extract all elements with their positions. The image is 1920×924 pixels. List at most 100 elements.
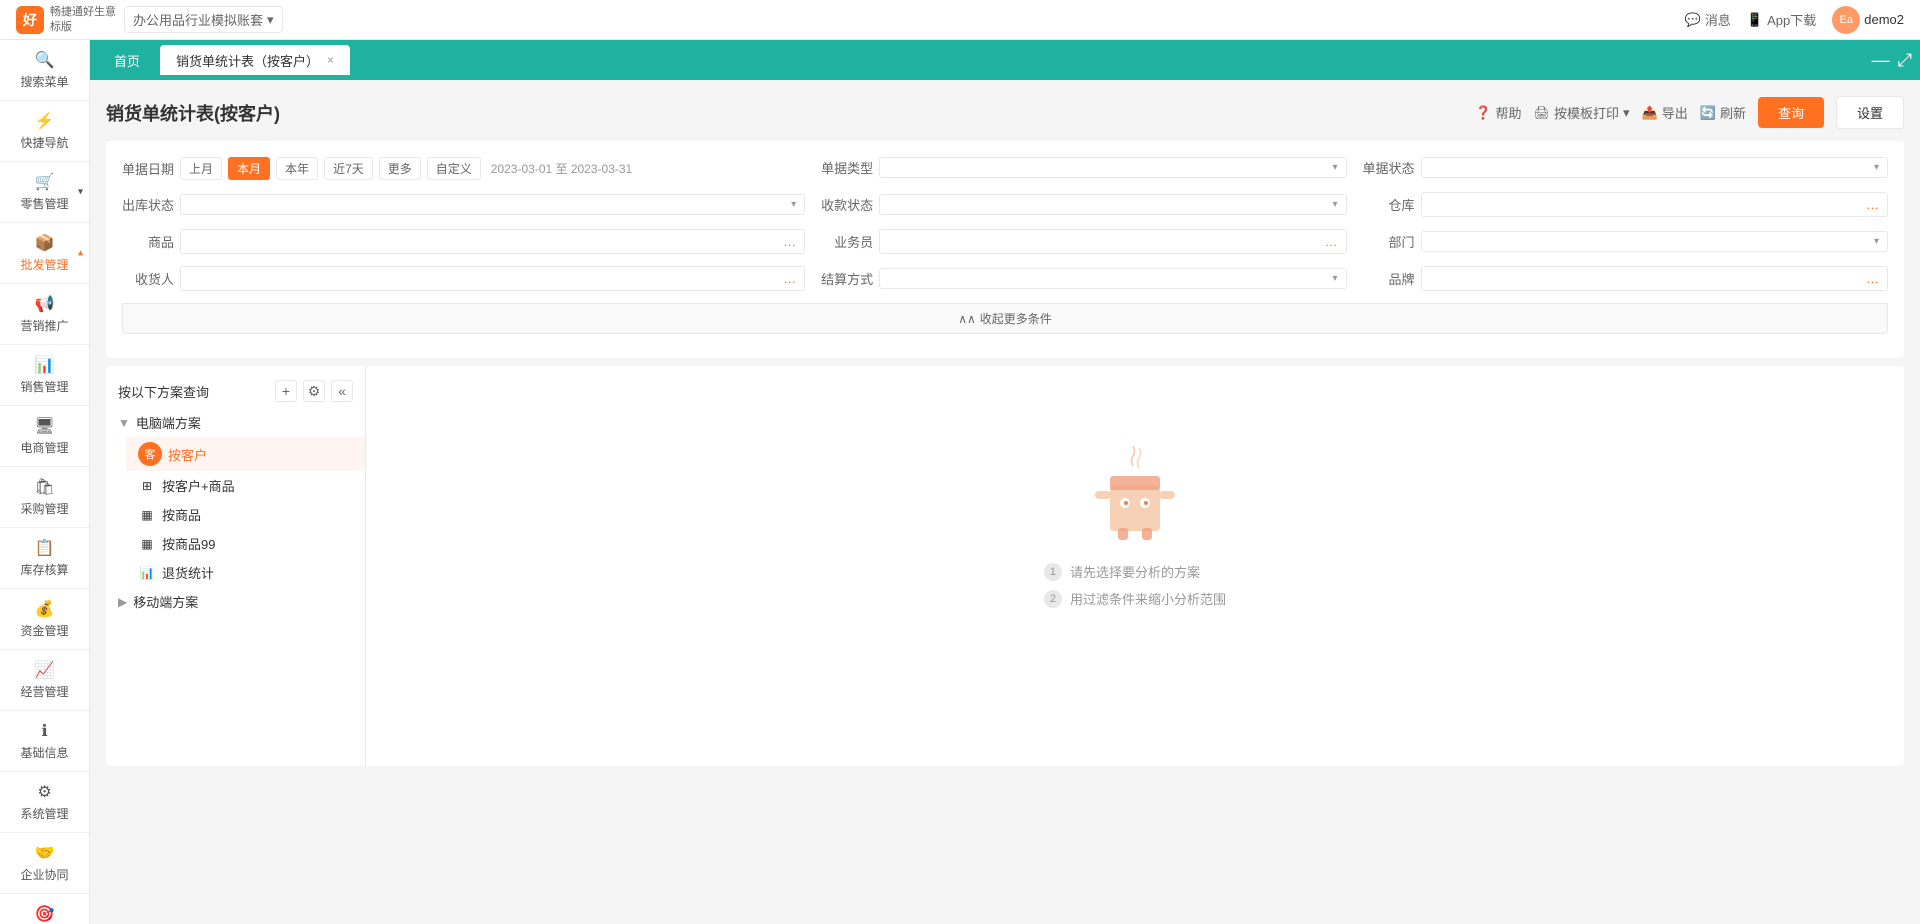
refresh-btn[interactable]: 🔄 刷新	[1700, 103, 1746, 122]
sidebar-item-wholesale[interactable]: 📦 批发管理 ▴	[0, 223, 89, 284]
app-download-btn[interactable]: 📱 App下载	[1747, 10, 1816, 29]
tab-sales-stats[interactable]: 销货单统计表（按客户） ×	[160, 45, 350, 75]
receipt-status-select[interactable]: ▾	[879, 194, 1346, 215]
brand-select[interactable]: …	[1421, 266, 1888, 291]
lightning-icon: ⚡	[35, 111, 55, 131]
header-right: 💬 消息 📱 App下载 Ea demo2	[1685, 6, 1904, 34]
header-left: 好 畅捷通好生意 标版 办公用品行业模拟账套 ▾	[16, 5, 283, 34]
sidebar-item-label: 销售管理	[20, 378, 68, 395]
tree-item-by-customer-goods[interactable]: ⊞ 按客户+商品	[126, 471, 365, 500]
user-area[interactable]: Ea demo2	[1832, 6, 1904, 34]
sidebar-item-ecommerce[interactable]: 🖥 电商管理	[0, 406, 89, 467]
purchase-icon: 🛍	[34, 477, 54, 497]
receipt-status-label: 收款状态	[821, 195, 873, 214]
refresh-icon: 🔄	[1700, 105, 1716, 121]
sidebar-item-sales[interactable]: 📊 销售管理	[0, 345, 89, 406]
tab-minimize-icon[interactable]: —	[1872, 50, 1890, 71]
department-select[interactable]: ▾	[1421, 231, 1888, 252]
sidebar-item-inventory[interactable]: 📋 库存核算	[0, 528, 89, 589]
tree-mobile-group[interactable]: ▶ 移动端方案	[106, 587, 365, 616]
tree-desktop-children: 客 按客户 ⊞ 按客户+商品 ▦ 按商品 ▦ 按	[106, 437, 365, 587]
goods-filter: 商品 …	[122, 229, 805, 254]
warehouse-select[interactable]: …	[1421, 192, 1888, 217]
date-label: 单据日期	[122, 159, 174, 178]
salesperson-select[interactable]: …	[879, 229, 1346, 254]
date-more-btn[interactable]: 更多	[379, 157, 421, 180]
out-status-select[interactable]: ▾	[180, 194, 805, 215]
message-btn[interactable]: 💬 消息	[1685, 10, 1731, 29]
chevron-down-icon: ▾	[1874, 162, 1879, 173]
receiver-select[interactable]: …	[180, 266, 805, 291]
settings-btn[interactable]: 设置	[1836, 96, 1904, 129]
more-icon[interactable]: …	[1866, 271, 1879, 286]
date-last7days-btn[interactable]: 近7天	[324, 157, 373, 180]
logo-icon: 好	[16, 6, 44, 34]
collapse-bar[interactable]: ∧∧ 收起更多条件	[122, 303, 1888, 334]
more-icon[interactable]: …	[1866, 197, 1879, 212]
filter-row-4: 收货人 … 结算方式 ▾ 品牌	[122, 266, 1888, 291]
username-label: demo2	[1864, 12, 1904, 27]
scheme-icon: ▦	[138, 535, 156, 553]
more-icon[interactable]: …	[783, 234, 796, 249]
date-last-month-btn[interactable]: 上月	[180, 157, 222, 180]
search-icon: 🔍	[35, 50, 55, 70]
sidebar-item-cooperation[interactable]: 🤝 企业协同	[0, 833, 89, 894]
basic-icon: ℹ	[41, 721, 47, 741]
tab-home[interactable]: 首页	[98, 45, 156, 75]
scheme-settings-btn[interactable]: ⚙	[303, 380, 325, 402]
top-header: 好 畅捷通好生意 标版 办公用品行业模拟账套 ▾ 💬 消息 📱 App下载 Ea…	[0, 0, 1920, 40]
more-icon[interactable]: …	[783, 271, 796, 286]
print-btn[interactable]: 🖨 按模板打印 ▾	[1534, 103, 1630, 122]
sidebar-item-retail[interactable]: 🛒 零售管理 ▾	[0, 162, 89, 223]
query-btn[interactable]: 查询	[1758, 97, 1824, 128]
add-scheme-btn[interactable]: +	[275, 380, 297, 402]
doc-type-select[interactable]: ▾	[879, 157, 1346, 178]
receiver-filter: 收货人 …	[122, 266, 805, 291]
sidebar-item-marketing[interactable]: 📢 营销推广	[0, 284, 89, 345]
sidebar-item-finance[interactable]: 💰 资金管理	[0, 589, 89, 650]
date-this-month-btn[interactable]: 本月	[228, 157, 270, 180]
content-area: 首页 销货单统计表（按客户） × — ⤢ 销货单统计表(按客户) ❓ 帮助	[90, 40, 1920, 924]
more-icon[interactable]: …	[1325, 234, 1338, 249]
doc-type-label: 单据类型	[821, 158, 873, 177]
date-custom-btn[interactable]: 自定义	[427, 157, 481, 180]
sidebar-item-quicknav[interactable]: ⚡ 快捷导航	[0, 101, 89, 162]
date-this-year-btn[interactable]: 本年	[276, 157, 318, 180]
sidebar-item-search[interactable]: 🔍 搜索菜单	[0, 40, 89, 101]
doc-type-filter: 单据类型 ▾	[821, 157, 1346, 178]
export-btn[interactable]: 📤 导出	[1642, 103, 1688, 122]
sidebar-item-newbie[interactable]: 🎯 新手引导	[0, 894, 89, 924]
page-content: 销货单统计表(按客户) ❓ 帮助 🖨 按模板打印 ▾ 📤 导出	[90, 80, 1920, 924]
tab-maximize-icon[interactable]: ⤢	[1898, 50, 1912, 71]
tree-item-return-stats[interactable]: 📊 退货统计	[126, 558, 365, 587]
brand-label: 品牌	[1363, 269, 1415, 288]
sidebar-item-purchase[interactable]: 🛍 采购管理	[0, 467, 89, 528]
left-panel-header: 按以下方案查询 + ⚙ «	[106, 374, 365, 408]
doc-status-filter: 单据状态 ▾	[1363, 157, 1888, 178]
tree-item-by-goods[interactable]: ▦ 按商品	[126, 500, 365, 529]
sidebar-item-basic[interactable]: ℹ 基础信息	[0, 711, 89, 772]
chevron-down-icon: ▾	[1874, 236, 1879, 247]
doc-status-select[interactable]: ▾	[1421, 157, 1888, 178]
salesperson-filter: 业务员 …	[821, 229, 1346, 254]
scheme-icon: 📊	[138, 564, 156, 582]
sidebar-item-operations[interactable]: 📈 经营管理	[0, 650, 89, 711]
goods-select[interactable]: …	[180, 229, 805, 254]
tree-desktop-group[interactable]: ▼ 电脑端方案	[106, 408, 365, 437]
tab-close-icon[interactable]: ×	[327, 53, 334, 67]
company-selector[interactable]: 办公用品行业模拟账套 ▾	[124, 6, 283, 33]
empty-tip-1: 1 请先选择要分析的方案	[1044, 562, 1226, 581]
chevron-down-icon: ▾	[791, 199, 796, 210]
date-quick-buttons: 上月 本月 本年 近7天 更多 自定义 2023-03-01 至 2023-03…	[180, 157, 632, 180]
help-btn[interactable]: ❓ 帮助	[1475, 103, 1521, 122]
sidebar-item-label: 基础信息	[20, 744, 68, 761]
main-layout: 🔍 搜索菜单 ⚡ 快捷导航 🛒 零售管理 ▾ 📦 批发管理 ▴ 📢 营销推广 📊…	[0, 40, 1920, 924]
settlement-select[interactable]: ▾	[879, 268, 1346, 289]
tree-group-label: 移动端方案	[133, 592, 198, 611]
tree-item-by-goods-99[interactable]: ▦ 按商品99	[126, 529, 365, 558]
tree-item-by-customer[interactable]: 客 按客户	[126, 437, 365, 471]
sidebar-item-system[interactable]: ⚙ 系统管理	[0, 772, 89, 833]
scheme-collapse-btn[interactable]: «	[331, 380, 353, 402]
page-title-bar: 销货单统计表(按客户) ❓ 帮助 🖨 按模板打印 ▾ 📤 导出	[106, 96, 1904, 129]
settlement-label: 结算方式	[821, 269, 873, 288]
